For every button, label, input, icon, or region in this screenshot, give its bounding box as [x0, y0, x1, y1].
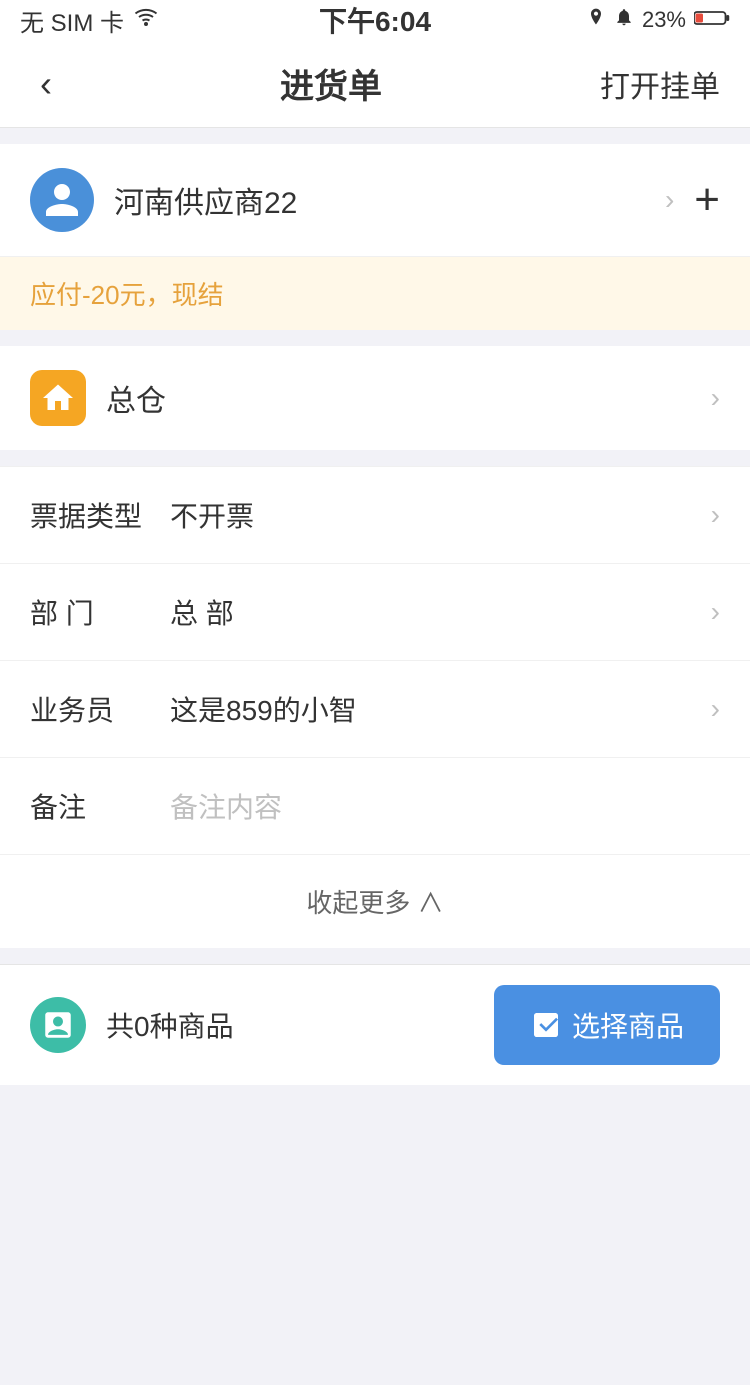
wifi-icon	[134, 5, 158, 36]
alarm-icon	[614, 7, 634, 33]
warehouse-name: 总仓	[106, 376, 711, 420]
status-right: 23%	[586, 7, 730, 33]
invoice-type-row[interactable]: 票据类型 不开票 ›	[0, 466, 750, 563]
form-card: 票据类型 不开票 › 部 门 总 部 › 业务员 这是859的小智 › 备注 备…	[0, 466, 750, 948]
department-value: 总 部	[170, 592, 711, 632]
warehouse-card: 总仓 ›	[0, 346, 750, 450]
remark-row[interactable]: 备注 备注内容	[0, 757, 750, 854]
invoice-type-arrow-icon: ›	[711, 499, 720, 531]
select-product-label: 选择商品	[572, 1005, 684, 1045]
location-icon	[586, 7, 606, 33]
warehouse-icon	[30, 370, 86, 426]
supplier-row[interactable]: 河南供应商22 › +	[0, 144, 750, 257]
status-bar: 无 SIM 卡 下午6:04 23%	[0, 0, 750, 40]
section-gap-3	[0, 450, 750, 466]
product-count-text: 共0种商品	[106, 1005, 494, 1045]
supplier-arrow-icon: ›	[665, 184, 674, 216]
bottom-bar: 共0种商品 选择商品	[0, 964, 750, 1085]
invoice-type-label: 票据类型	[30, 495, 170, 535]
supplier-card: 河南供应商22 › + 应付-20元，现结	[0, 144, 750, 330]
department-label: 部 门	[30, 592, 170, 632]
supplier-name: 河南供应商22	[114, 178, 665, 222]
invoice-type-value: 不开票	[170, 495, 711, 535]
salesperson-row[interactable]: 业务员 这是859的小智 ›	[0, 660, 750, 757]
supplier-avatar	[30, 168, 94, 232]
product-count-icon	[30, 997, 86, 1053]
notice-text: 应付-20元，现结	[30, 280, 224, 310]
select-product-button[interactable]: 选择商品	[494, 985, 720, 1065]
department-arrow-icon: ›	[711, 596, 720, 628]
section-gap-2	[0, 330, 750, 346]
department-row[interactable]: 部 门 总 部 ›	[0, 563, 750, 660]
open-pending-button[interactable]: 打开挂单	[600, 62, 720, 106]
page-background	[0, 1085, 750, 1385]
carrier-label: 无 SIM 卡	[20, 3, 124, 38]
battery-icon	[694, 7, 730, 33]
status-left: 无 SIM 卡	[20, 3, 158, 38]
add-supplier-button[interactable]: +	[694, 178, 720, 222]
notice-banner: 应付-20元，现结	[0, 257, 750, 330]
remark-value[interactable]: 备注内容	[170, 786, 720, 826]
remark-label: 备注	[30, 786, 170, 826]
nav-bar: ‹ 进货单 打开挂单	[0, 40, 750, 128]
section-gap-1	[0, 128, 750, 144]
back-button[interactable]: ‹	[30, 53, 62, 115]
collapse-button[interactable]: 收起更多 ∧	[0, 854, 750, 948]
warehouse-arrow-icon: ›	[711, 382, 720, 414]
nav-title: 进货单	[280, 59, 382, 108]
salesperson-arrow-icon: ›	[711, 693, 720, 725]
warehouse-row[interactable]: 总仓 ›	[0, 346, 750, 450]
battery-label: 23%	[642, 7, 686, 33]
salesperson-value: 这是859的小智	[170, 689, 711, 729]
status-time: 下午6:04	[319, 0, 431, 40]
salesperson-label: 业务员	[30, 689, 170, 729]
